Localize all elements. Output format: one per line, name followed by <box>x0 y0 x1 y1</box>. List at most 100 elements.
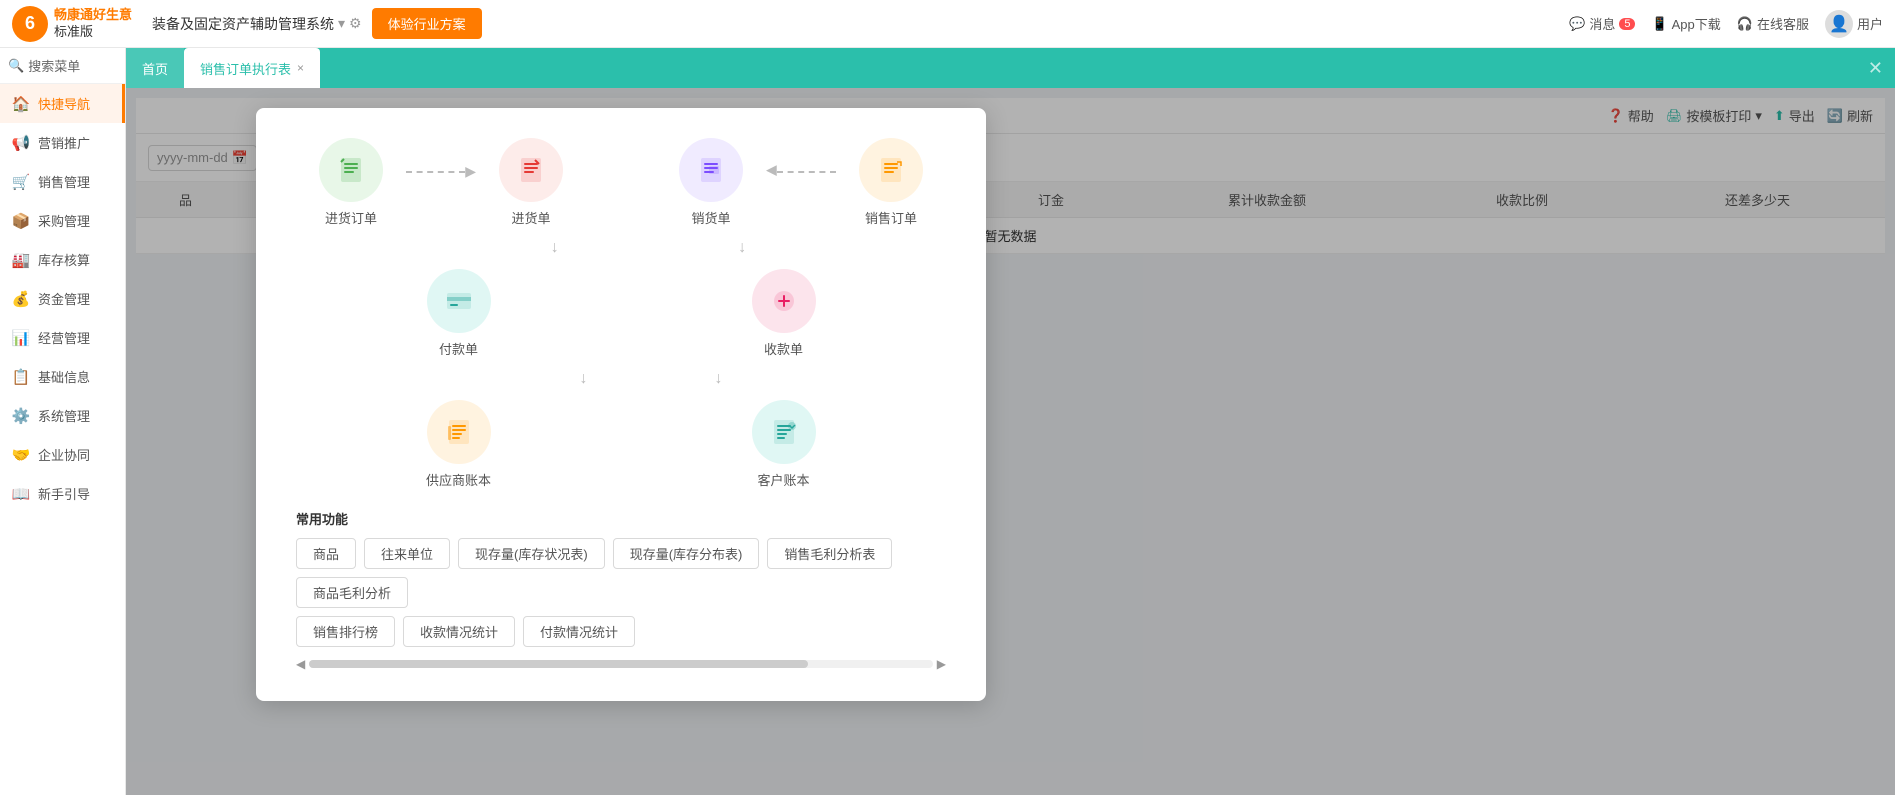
purchase-bill-circle <box>499 138 563 202</box>
sidebar-item-quick-nav[interactable]: 🏠 快捷导航 <box>0 84 125 123</box>
avatar: 👤 <box>1825 10 1853 38</box>
user-avatar-button[interactable]: 👤 用户 <box>1825 10 1883 38</box>
search-menu-button[interactable]: 🔍 搜索菜单 <box>0 48 125 84</box>
logo-area: 6 畅康通好生意 标准版 <box>12 6 132 42</box>
sidebar-item-basic-info[interactable]: 📋 基础信息 <box>0 357 125 396</box>
sidebar-label-finance: 资金管理 <box>38 289 90 308</box>
flow-node-purchase-bill[interactable]: 进货单 <box>476 138 586 227</box>
sidebar-item-marketing[interactable]: 📢 营销推广 <box>0 123 125 162</box>
sidebar-item-system[interactable]: ⚙️ 系统管理 <box>0 396 125 435</box>
purchase-order-label: 进货订单 <box>325 208 377 227</box>
marketing-icon: 📢 <box>12 134 30 152</box>
flow-node-sales-bill[interactable]: 销货单 <box>656 138 766 227</box>
online-service-button[interactable]: 🎧 在线客服 <box>1737 14 1809 33</box>
window-close-icon[interactable]: ✕ <box>1868 58 1883 78</box>
purchase-order-circle <box>319 138 383 202</box>
sidebar-item-enterprise[interactable]: 🤝 企业协同 <box>0 435 125 474</box>
flow-node-purchase-order[interactable]: 进货订单 <box>296 138 406 227</box>
payment-label: 付款单 <box>439 339 478 358</box>
func-btn-product[interactable]: 商品 <box>296 538 356 569</box>
system-name-area: 装备及固定资产辅助管理系统 ▾ ⚙ <box>152 14 362 34</box>
tab-home[interactable]: 首页 <box>126 48 184 88</box>
phone-icon: 📱 <box>1651 16 1667 32</box>
flow-node-receipt[interactable]: 收款单 <box>729 269 839 358</box>
sidebar-label-newbie: 新手引导 <box>38 484 90 503</box>
operations-icon: 📊 <box>12 329 30 347</box>
system-name-text: 装备及固定资产辅助管理系统 <box>152 14 334 34</box>
sidebar-item-finance[interactable]: 💰 资金管理 <box>0 279 125 318</box>
message-badge: 5 <box>1619 18 1635 30</box>
purchase-bill-label: 进货单 <box>511 208 550 227</box>
sidebar-item-purchase[interactable]: 📦 采购管理 <box>0 201 125 240</box>
sidebar-item-operations[interactable]: 📊 经营管理 <box>0 318 125 357</box>
sales-order-circle <box>859 138 923 202</box>
common-functions-section: 常用功能 商品 往来单位 现存量(库存状况表) 现存量(库存分布表) 销售毛利分… <box>296 509 946 647</box>
sales-bill-label: 销货单 <box>691 208 730 227</box>
logo-text: 畅康通好生意 标准版 <box>54 7 132 41</box>
inventory-icon: 🏭 <box>12 251 30 269</box>
flow-node-customer-ledger[interactable]: 客户账本 <box>729 400 839 489</box>
down-arrow-purchase: ↓ <box>551 239 559 257</box>
flow-node-supplier-ledger[interactable]: 供应商账本 <box>404 400 514 489</box>
receipt-circle <box>752 269 816 333</box>
system-icon: ⚙️ <box>12 407 30 425</box>
sales-bill-circle <box>679 138 743 202</box>
app-download-button[interactable]: 📱 App下载 <box>1651 14 1720 33</box>
modal-scrollbar: ◀ ▶ <box>296 657 946 671</box>
main-area: 🔍 搜索菜单 🏠 快捷导航 📢 营销推广 🛒 销售管理 📦 采购管理 🏭 <box>0 48 1895 795</box>
func-btn-sales-margin[interactable]: 销售毛利分析表 <box>767 538 892 569</box>
basic-info-icon: 📋 <box>12 368 30 386</box>
flow-node-payment[interactable]: 付款单 <box>404 269 514 358</box>
arrow-purchase-order-to-bill: ▶ <box>406 163 476 202</box>
sidebar-item-inventory[interactable]: 🏭 库存核算 <box>0 240 125 279</box>
func-btn-payment-stat[interactable]: 付款情况统计 <box>523 616 635 647</box>
user-name-label: 用户 <box>1857 14 1883 33</box>
tab-sales-order[interactable]: 销售订单执行表 × <box>184 48 320 88</box>
scrollbar-track[interactable] <box>309 660 933 668</box>
func-btn-receipt-stat[interactable]: 收款情况统计 <box>403 616 515 647</box>
supplier-ledger-circle <box>427 400 491 464</box>
flow-row-arrows-2: ↓ ↓ <box>296 368 946 390</box>
newbie-icon: 📖 <box>12 485 30 503</box>
sidebar-item-newbie[interactable]: 📖 新手引导 <box>0 474 125 513</box>
func-btn-stock-dist[interactable]: 现存量(库存分布表) <box>613 538 760 569</box>
sales-order-label: 销售订单 <box>865 208 917 227</box>
func-btn-stock-status[interactable]: 现存量(库存状况表) <box>458 538 605 569</box>
scroll-left-arrow[interactable]: ◀ <box>296 657 305 671</box>
sidebar: 🔍 搜索菜单 🏠 快捷导航 📢 营销推广 🛒 销售管理 📦 采购管理 🏭 <box>0 48 126 795</box>
message-icon: 💬 <box>1569 16 1585 32</box>
home-icon: 🏠 <box>12 95 30 113</box>
search-menu-label: 搜索菜单 <box>28 56 80 75</box>
brand-edition: 标准版 <box>54 24 132 41</box>
flow-node-sales-order[interactable]: 销售订单 <box>836 138 946 227</box>
online-service-label: 在线客服 <box>1757 14 1809 33</box>
tab-sales-order-label: 销售订单执行表 <box>200 59 291 78</box>
flow-row-1: 进货订单 ▶ <box>296 138 946 227</box>
scroll-right-arrow[interactable]: ▶ <box>937 657 946 671</box>
message-button[interactable]: 💬 消息 5 <box>1569 14 1635 33</box>
modal-overlay: 进货订单 ▶ <box>126 88 1895 795</box>
search-icon: 🔍 <box>8 58 24 74</box>
tab-close-icon[interactable]: × <box>297 61 304 75</box>
settings-gear-icon[interactable]: ⚙ <box>349 15 362 32</box>
dropdown-arrow-icon[interactable]: ▾ <box>338 15 345 32</box>
arrow-sales-order-to-bill: ▶ <box>766 163 836 202</box>
sales-icon: 🛒 <box>12 173 30 191</box>
sidebar-label-sales: 销售管理 <box>38 172 90 191</box>
sidebar-label-purchase: 采购管理 <box>38 211 90 230</box>
func-row-2: 销售排行榜 收款情况统计 付款情况统计 <box>296 616 946 647</box>
func-btn-counterpart[interactable]: 往来单位 <box>364 538 450 569</box>
flow-row-3: 供应商账本 客户账本 <box>296 400 946 489</box>
func-btn-sales-rank[interactable]: 销售排行榜 <box>296 616 395 647</box>
down-arrow-receipt: ↓ <box>715 370 723 388</box>
customer-ledger-circle <box>752 400 816 464</box>
payment-circle <box>427 269 491 333</box>
sidebar-item-sales[interactable]: 🛒 销售管理 <box>0 162 125 201</box>
scrollbar-thumb <box>309 660 808 668</box>
app-logo-icon: 6 <box>12 6 48 42</box>
trial-button[interactable]: 体验行业方案 <box>372 8 482 39</box>
purchase-icon: 📦 <box>12 212 30 230</box>
brand-name: 畅康通好生意 <box>54 7 132 24</box>
sidebar-label-system: 系统管理 <box>38 406 90 425</box>
func-btn-product-margin[interactable]: 商品毛利分析 <box>296 577 408 608</box>
